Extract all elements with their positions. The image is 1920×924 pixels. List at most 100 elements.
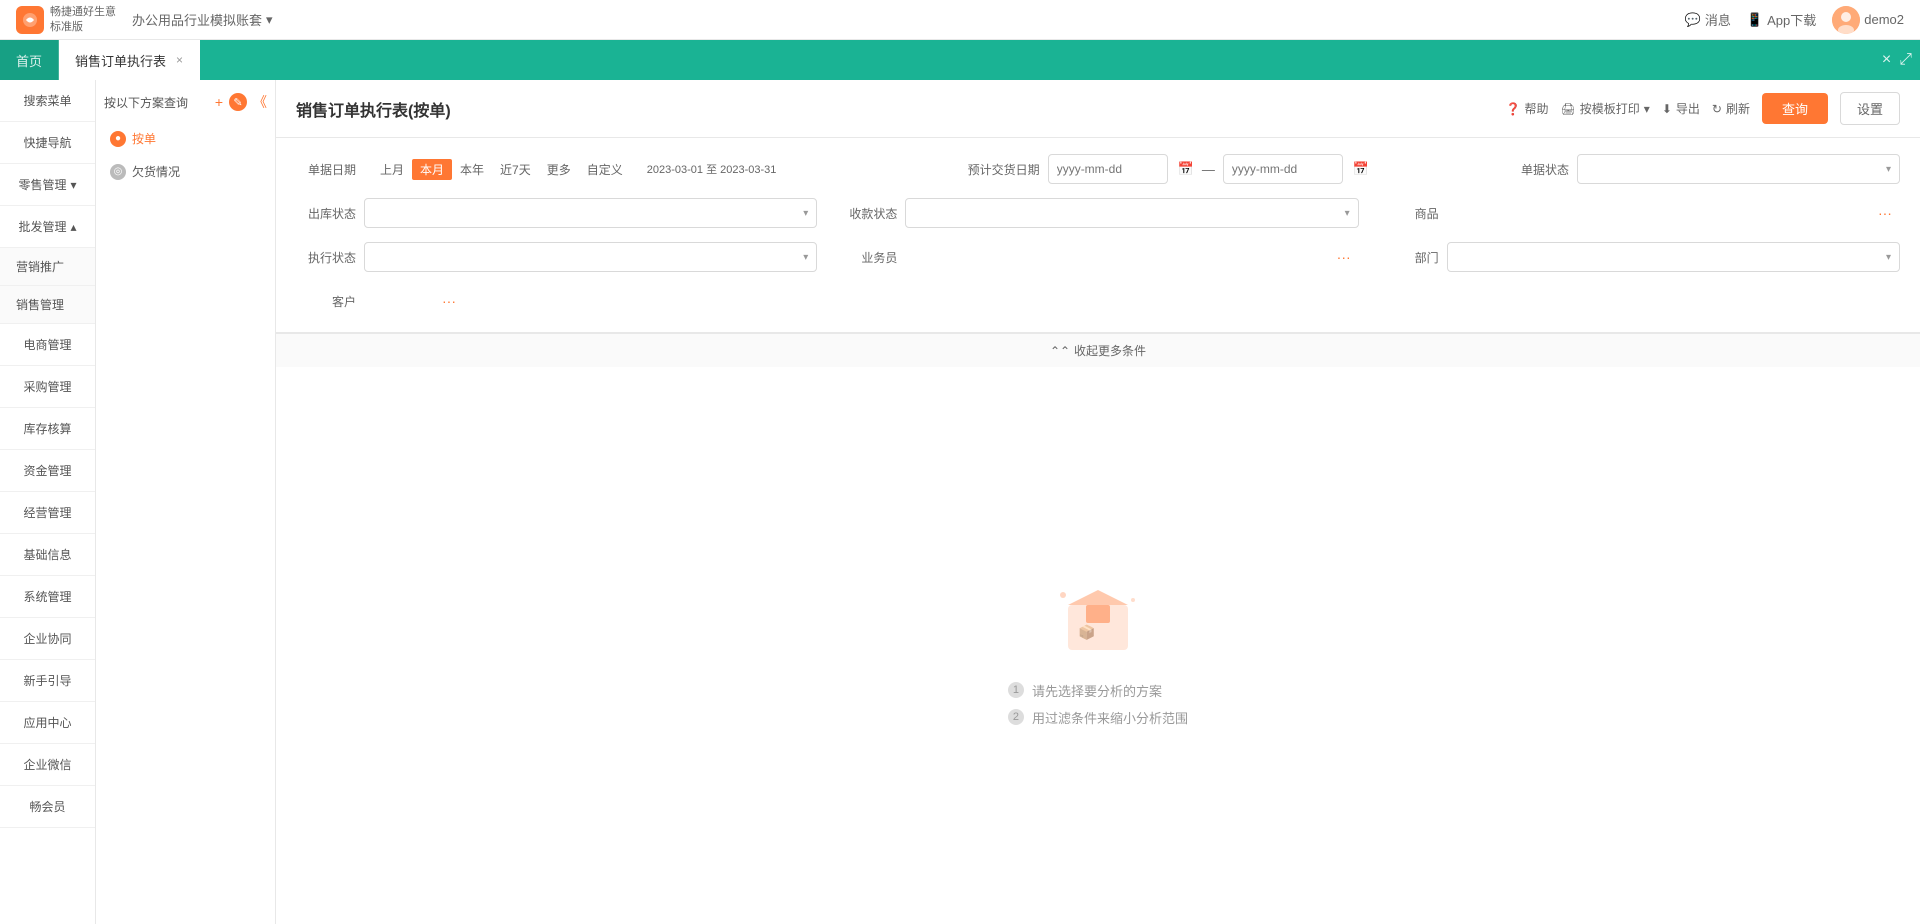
sidebar-item-enterprise[interactable]: 企业协同: [0, 618, 95, 660]
department-select[interactable]: ▾: [1447, 242, 1900, 272]
filter-add-icon[interactable]: +: [215, 94, 223, 110]
customer-dots[interactable]: ···: [442, 293, 456, 309]
filter-shortage-dot: ◎: [110, 164, 126, 180]
sidebar-sub-marketing[interactable]: 营销推广: [0, 248, 95, 286]
filter-edit-icon[interactable]: ✎: [229, 93, 247, 111]
receipt-status-arrow: ▾: [1345, 208, 1350, 219]
filter-panel: 按以下方案查询 + ✎ 《 ● 按单 ◎ 欠货情况: [96, 80, 276, 924]
chevron-icon: ▾: [70, 178, 76, 192]
sidebar-item-purchase[interactable]: 采购管理: [0, 366, 95, 408]
status-select-arrow: ▾: [1886, 164, 1891, 175]
query-button[interactable]: 查询: [1762, 93, 1828, 124]
sidebar-item-guide[interactable]: 新手引导: [0, 660, 95, 702]
filter-order-dot: ●: [110, 131, 126, 147]
sidebar-item-member[interactable]: 畅会员: [0, 786, 95, 828]
window-maximize-icon[interactable]: ⤢: [1899, 51, 1912, 69]
sidebar-item-search[interactable]: 搜索菜单: [0, 80, 95, 122]
sidebar-item-finance[interactable]: 资金管理: [0, 450, 95, 492]
collapse-up-icon: ⌃⌃: [1050, 344, 1070, 358]
tab-home[interactable]: 首页: [0, 40, 59, 80]
sidebar-sub-sales[interactable]: 销售管理: [0, 286, 95, 324]
filter-option-shortage[interactable]: ◎ 欠货情况: [104, 155, 267, 188]
sidebar-item-wholesale[interactable]: 批发管理 ▴: [0, 206, 95, 248]
sidebar-item-apps[interactable]: 应用中心: [0, 702, 95, 744]
help-icon: ❓: [1506, 102, 1521, 116]
calendar-end-icon[interactable]: 📅: [1353, 161, 1369, 177]
filter-row-2: 出库状态 ▾ 收款状态 ▾ 商品: [296, 198, 1900, 228]
expected-date-label: 预计交货日期: [968, 161, 1040, 178]
logo-text: 畅捷通好生意 标准版: [50, 5, 116, 34]
filter-group-receipt-status: 收款状态 ▾: [837, 198, 1358, 228]
empty-hint-1: 1 请先选择要分析的方案: [1008, 681, 1188, 700]
top-bar: 畅捷通好生意 标准版 办公用品行业模拟账套 ▾ 💬 消息 📱 App下载: [0, 0, 1920, 40]
window-close-icon[interactable]: ×: [1882, 51, 1891, 69]
user-menu[interactable]: demo2: [1832, 6, 1904, 34]
messages-button[interactable]: 💬 消息: [1685, 10, 1731, 29]
custom-btn[interactable]: 自定义: [579, 159, 631, 180]
empty-illustration: 📦: [1048, 565, 1148, 665]
date-separator: —: [1202, 162, 1215, 177]
account-dropdown[interactable]: 办公用品行业模拟账套 ▾: [124, 10, 281, 29]
receipt-status-select[interactable]: ▾: [905, 198, 1358, 228]
this-year-btn[interactable]: 本年: [452, 159, 492, 180]
page-header-actions: ❓ 帮助 🖨 按模板打印 ▾ ⬇ 导出 ↻ 刷新: [1506, 92, 1900, 137]
sidebar-item-base[interactable]: 基础信息: [0, 534, 95, 576]
sidebar-item-inventory[interactable]: 库存核算: [0, 408, 95, 450]
export-button[interactable]: ⬇ 导出: [1662, 100, 1700, 117]
refresh-button[interactable]: ↻ 刷新: [1712, 100, 1750, 117]
expected-date-end-input[interactable]: [1223, 154, 1343, 184]
filter-row-1: 单据日期 上月 本月 本年 近7天 更多 自定义 2023-03-01 至 20…: [296, 154, 1900, 184]
more-btn[interactable]: 更多: [539, 159, 579, 180]
filter-group-exec-status: 执行状态 ▾: [296, 242, 817, 272]
collapse-more-button[interactable]: ⌃⌃ 收起更多条件: [1050, 342, 1146, 359]
status-select[interactable]: ▾: [1577, 154, 1900, 184]
sidebar-item-retail[interactable]: 零售管理 ▾: [0, 164, 95, 206]
sidebar-item-system[interactable]: 系统管理: [0, 576, 95, 618]
receipt-status-label: 收款状态: [837, 205, 897, 222]
page-content: 销售订单执行表(按单) ❓ 帮助 🖨 按模板打印 ▾ ⬇ 导出: [276, 80, 1920, 924]
salesperson-dots[interactable]: ···: [1337, 249, 1351, 265]
app-download-button[interactable]: 📱 App下载: [1747, 10, 1816, 29]
this-month-btn[interactable]: 本月: [412, 159, 452, 180]
sidebar-item-ecommerce[interactable]: 电商管理: [0, 324, 95, 366]
filter-collapse-icon[interactable]: 《: [253, 92, 267, 112]
goods-dots[interactable]: ···: [1878, 205, 1892, 221]
logo-area[interactable]: 畅捷通好生意 标准版: [16, 5, 116, 34]
tab-close-icon[interactable]: ×: [176, 53, 183, 67]
filter-row-4: 客户 ···: [296, 286, 1900, 316]
last-month-btn[interactable]: 上月: [372, 159, 412, 180]
recent7-btn[interactable]: 近7天: [492, 159, 539, 180]
sidebar-item-wechat[interactable]: 企业微信: [0, 744, 95, 786]
filter-option-by-order[interactable]: ● 按单: [104, 122, 267, 155]
exec-status-label: 执行状态: [296, 249, 356, 266]
salesperson-label: 业务员: [837, 249, 897, 266]
settings-button[interactable]: 设置: [1840, 92, 1900, 125]
expected-date-start-input[interactable]: [1048, 154, 1168, 184]
sidebar-item-quick-nav[interactable]: 快捷导航: [0, 122, 95, 164]
top-bar-right: 💬 消息 📱 App下载 demo2: [1685, 6, 1904, 34]
print-icon: 🖨: [1561, 102, 1576, 116]
goods-select[interactable]: ···: [1447, 198, 1900, 228]
help-button[interactable]: ❓ 帮助: [1506, 100, 1549, 117]
chevron-down-icon: ▾: [266, 12, 273, 28]
print-button[interactable]: 🖨 按模板打印 ▾: [1561, 100, 1650, 117]
sidebar-item-operations[interactable]: 经营管理: [0, 492, 95, 534]
filter-group-expected-date: 预计交货日期 📅 — 📅: [968, 154, 1489, 184]
tab-active[interactable]: 销售订单执行表 ×: [59, 40, 200, 80]
out-status-select[interactable]: ▾: [364, 198, 817, 228]
sidebar: 搜索菜单 快捷导航 零售管理 ▾ 批发管理 ▴ 营销推广 销售管理 电商管理: [0, 80, 96, 924]
avatar: [1832, 6, 1860, 34]
sidebar-group-retail: 零售管理 ▾: [0, 164, 95, 206]
export-icon: ⬇: [1662, 102, 1672, 116]
date-range: 2023-03-01 至 2023-03-31: [643, 161, 777, 177]
filter-group-goods: 商品 ···: [1379, 198, 1900, 228]
collapse-row: ⌃⌃ 收起更多条件: [276, 333, 1920, 367]
customer-select[interactable]: ···: [364, 286, 464, 316]
filter-area: 单据日期 上月 本月 本年 近7天 更多 自定义 2023-03-01 至 20…: [276, 138, 1920, 333]
salesperson-select[interactable]: ···: [905, 242, 1358, 272]
goods-label: 商品: [1379, 205, 1439, 222]
empty-hint-2: 2 用过滤条件来缩小分析范围: [1008, 708, 1188, 727]
exec-status-select[interactable]: ▾: [364, 242, 817, 272]
filter-group-customer: 客户 ···: [296, 286, 817, 316]
calendar-start-icon[interactable]: 📅: [1178, 161, 1194, 177]
